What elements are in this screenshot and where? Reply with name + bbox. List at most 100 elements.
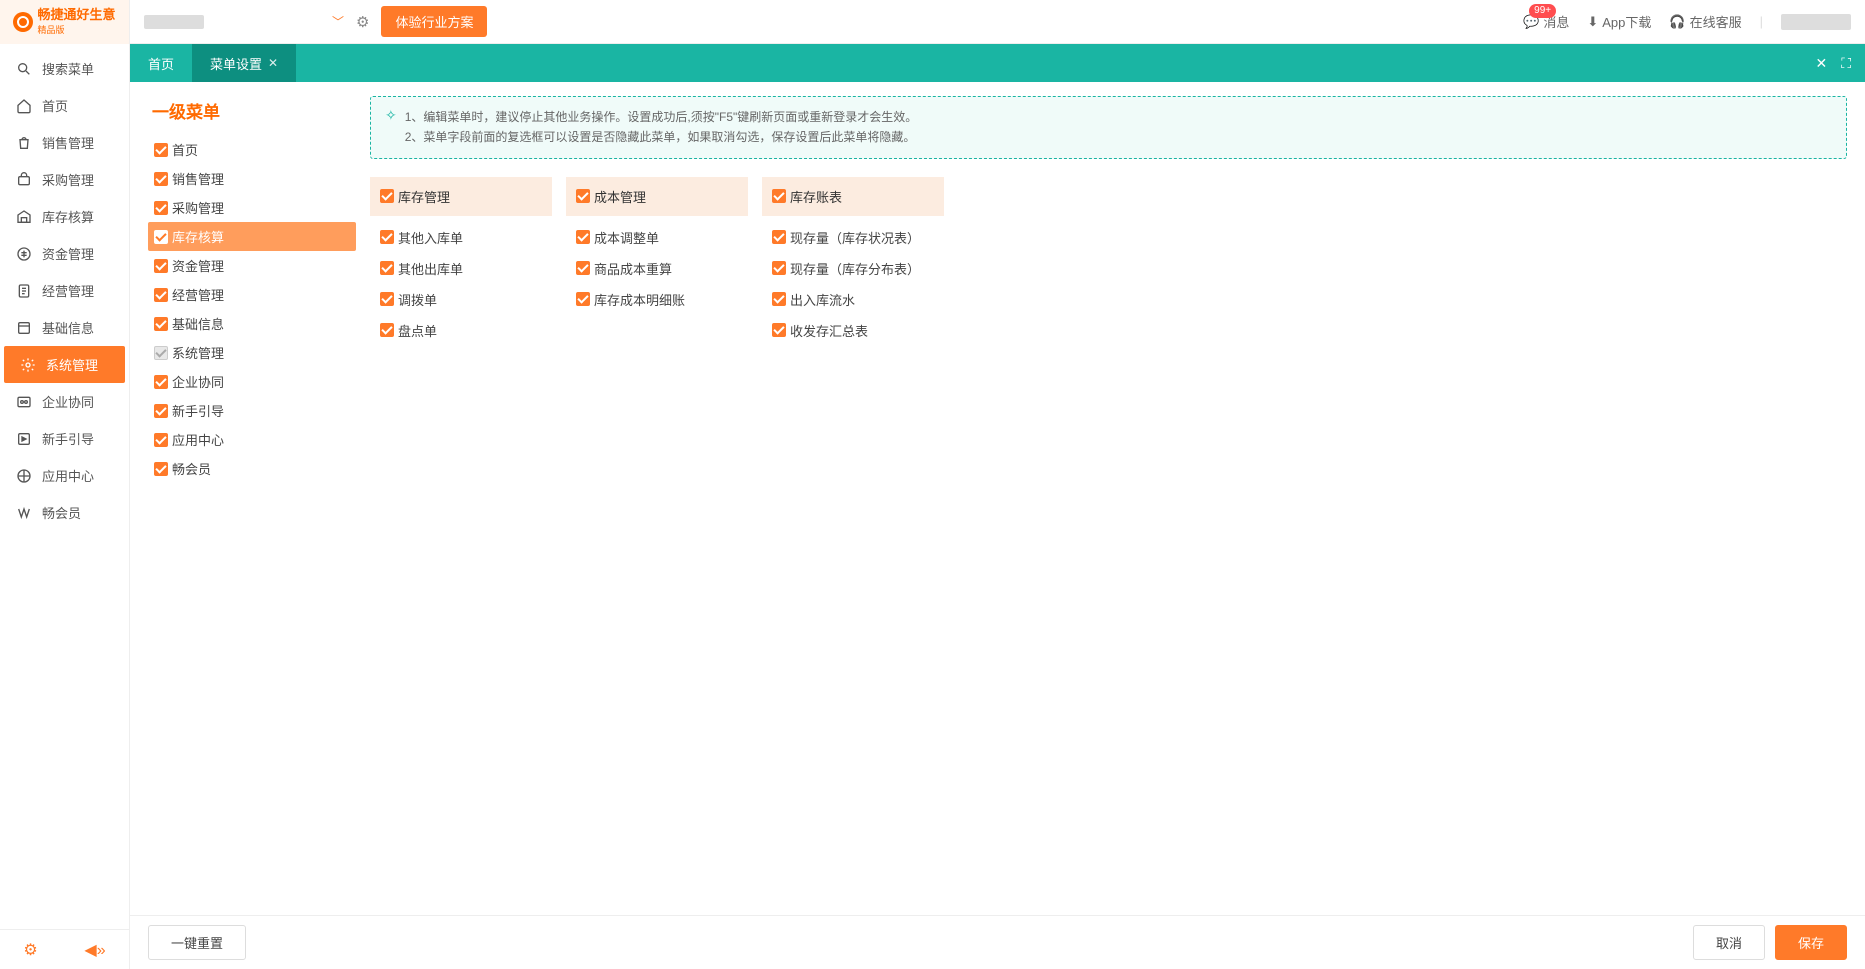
card-item[interactable]: 现存量（库存状况表） (772, 222, 934, 253)
level1-item[interactable]: 销售管理 (148, 164, 356, 193)
fullscreen-icon[interactable]: ⛶ (1841, 55, 1851, 72)
footer-bar: 一键重置 取消 保存 (130, 915, 1865, 969)
app-download-link[interactable]: ⬇ App下载 (1587, 12, 1651, 31)
card-item[interactable]: 出入库流水 (772, 284, 934, 315)
user-name-redacted[interactable] (1781, 14, 1851, 30)
sidebar-item-label: 系统管理 (46, 355, 98, 374)
level1-item-label: 系统管理 (172, 343, 224, 362)
card-item[interactable]: 其他入库单 (380, 222, 542, 253)
card-item[interactable]: 商品成本重算 (576, 253, 738, 284)
checkbox[interactable] (380, 189, 394, 203)
checkbox[interactable] (772, 230, 786, 244)
card-item[interactable]: 现存量（库存分布表） (772, 253, 934, 284)
checkbox[interactable] (380, 323, 394, 337)
checkbox[interactable] (154, 143, 168, 157)
checkbox[interactable] (380, 230, 394, 244)
level1-panel: 一级菜单 首页销售管理采购管理库存核算资金管理经营管理基础信息系统管理企业协同新… (130, 82, 356, 915)
checkbox[interactable] (154, 201, 168, 215)
level1-item-label: 首页 (172, 140, 198, 159)
cancel-button[interactable]: 取消 (1693, 925, 1765, 960)
card-item[interactable]: 库存成本明细账 (576, 284, 738, 315)
checkbox[interactable] (154, 259, 168, 273)
level1-item[interactable]: 系统管理 (148, 338, 356, 367)
level1-item[interactable]: 库存核算 (148, 222, 356, 251)
checkbox[interactable] (154, 375, 168, 389)
card-header[interactable]: 库存账表 (762, 177, 944, 216)
doc-icon (16, 283, 32, 299)
messages-link[interactable]: 💬 99+ 消息 (1523, 12, 1569, 31)
checkbox[interactable] (154, 462, 168, 476)
level1-item[interactable]: 应用中心 (148, 425, 356, 454)
apps-icon (16, 468, 32, 484)
tab-菜单设置[interactable]: 菜单设置✕ (192, 44, 296, 82)
checkbox[interactable] (576, 261, 590, 275)
level1-item[interactable]: 资金管理 (148, 251, 356, 280)
tab-label: 首页 (148, 54, 174, 73)
checkbox[interactable] (380, 261, 394, 275)
sidebar-item-guide[interactable]: 新手引导 (0, 420, 129, 457)
close-all-tabs-icon[interactable]: ✕ (1815, 55, 1827, 72)
sidebar-item-vip[interactable]: 畅会员 (0, 494, 129, 531)
card-title: 库存账表 (790, 187, 842, 206)
card-item[interactable]: 成本调整单 (576, 222, 738, 253)
checkbox[interactable] (576, 230, 590, 244)
level1-item[interactable]: 畅会员 (148, 454, 356, 483)
reset-button[interactable]: 一键重置 (148, 925, 246, 960)
sidebar-item-gear[interactable]: 系统管理 (4, 346, 125, 383)
level1-item[interactable]: 采购管理 (148, 193, 356, 222)
checkbox[interactable] (576, 189, 590, 203)
card-item[interactable]: 盘点单 (380, 315, 542, 346)
close-icon[interactable]: ✕ (268, 56, 278, 70)
level1-item[interactable]: 首页 (148, 135, 356, 164)
card-header[interactable]: 库存管理 (370, 177, 552, 216)
header-settings-icon[interactable]: ⚙ (356, 13, 369, 31)
sidebar-item-search[interactable]: 搜索菜单 (0, 50, 129, 87)
sidebar-item-warehouse[interactable]: 库存核算 (0, 198, 129, 235)
industry-plan-button[interactable]: 体验行业方案 (381, 6, 487, 37)
checkbox[interactable] (154, 346, 168, 360)
sidebar-item-cart[interactable]: 采购管理 (0, 161, 129, 198)
checkbox[interactable] (772, 189, 786, 203)
card-item[interactable]: 收发存汇总表 (772, 315, 934, 346)
level1-item[interactable]: 新手引导 (148, 396, 356, 425)
menu-card: 库存管理其他入库单其他出库单调拨单盘点单 (370, 177, 552, 356)
checkbox[interactable] (154, 433, 168, 447)
checkbox[interactable] (772, 323, 786, 337)
checkbox[interactable] (154, 230, 168, 244)
vip-icon (16, 505, 32, 521)
card-item-label: 出入库流水 (790, 290, 855, 309)
checkbox[interactable] (154, 317, 168, 331)
collapse-icon[interactable]: ◀» (84, 940, 105, 960)
level1-item-label: 经营管理 (172, 285, 224, 304)
level1-item[interactable]: 企业协同 (148, 367, 356, 396)
checkbox[interactable] (576, 292, 590, 306)
card-item[interactable]: 其他出库单 (380, 253, 542, 284)
save-button[interactable]: 保存 (1775, 925, 1847, 960)
sidebar-item-apps[interactable]: 应用中心 (0, 457, 129, 494)
sidebar-item-book[interactable]: 基础信息 (0, 309, 129, 346)
sidebar-item-home[interactable]: 首页 (0, 87, 129, 124)
online-service-link[interactable]: 🎧 在线客服 (1669, 12, 1741, 31)
sidebar-item-money[interactable]: 资金管理 (0, 235, 129, 272)
brand-icon (13, 12, 33, 32)
sidebar-item-collab[interactable]: 企业协同 (0, 383, 129, 420)
card-header[interactable]: 成本管理 (566, 177, 748, 216)
card-item[interactable]: 调拨单 (380, 284, 542, 315)
checkbox[interactable] (154, 404, 168, 418)
company-selector[interactable]: ﹀ (144, 13, 344, 30)
settings-icon[interactable]: ⚙ (23, 940, 37, 960)
checkbox[interactable] (154, 288, 168, 302)
money-icon (16, 246, 32, 262)
sidebar-item-label: 首页 (42, 96, 68, 115)
level1-item-label: 资金管理 (172, 256, 224, 275)
sidebar-item-doc[interactable]: 经营管理 (0, 272, 129, 309)
checkbox[interactable] (772, 292, 786, 306)
sidebar-item-bag[interactable]: 销售管理 (0, 124, 129, 161)
tab-首页[interactable]: 首页 (130, 44, 192, 82)
checkbox[interactable] (154, 172, 168, 186)
checkbox[interactable] (380, 292, 394, 306)
checkbox[interactable] (772, 261, 786, 275)
level1-item[interactable]: 基础信息 (148, 309, 356, 338)
level1-item[interactable]: 经营管理 (148, 280, 356, 309)
header-right: 💬 99+ 消息 ⬇ App下载 🎧 在线客服 | (1523, 12, 1851, 31)
